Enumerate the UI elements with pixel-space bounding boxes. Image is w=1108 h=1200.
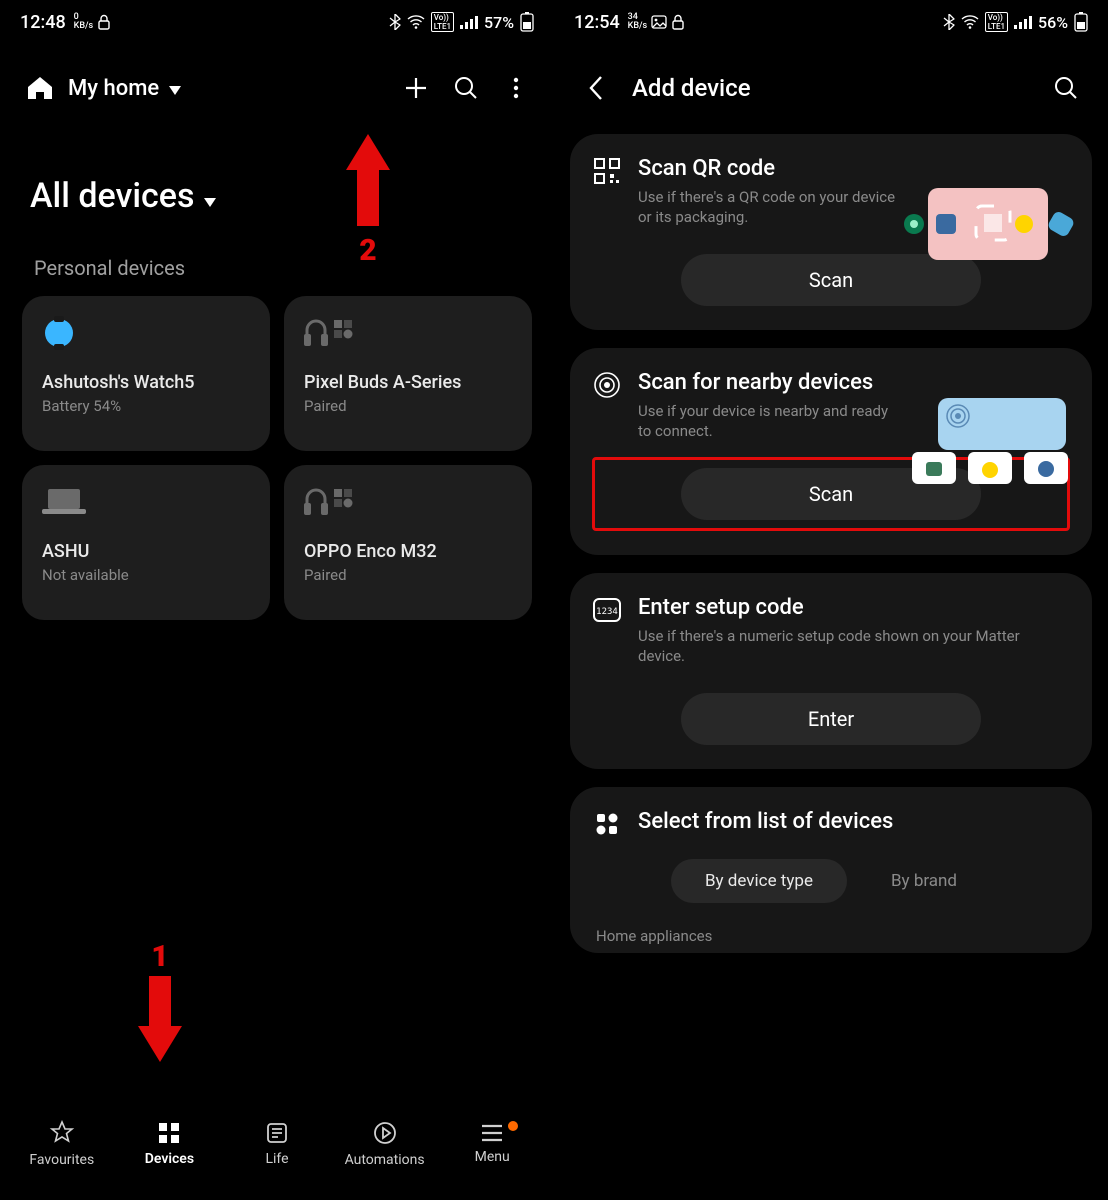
qr-illustration [898,180,1078,270]
search-icon [453,75,479,101]
back-button[interactable] [578,70,614,106]
nearby-illustration [898,394,1078,484]
search-button[interactable] [448,70,484,106]
bluetooth-icon [943,14,955,30]
annotation-arrow-1: 1 [130,940,190,1070]
status-bar: 12:54 34KB/s Vo))LTE1 56% [554,0,1108,44]
volte-icon: Vo))LTE1 [431,12,454,32]
automation-icon [372,1120,398,1146]
page-title: Add device [632,74,751,102]
card-select-list: Select from list of devices By device ty… [570,787,1092,953]
nav-menu[interactable]: Menu [438,1123,546,1165]
qr-title: Scan QR code [638,156,1070,181]
search-button[interactable] [1048,70,1084,106]
app-header: My home [0,44,554,116]
status-time: 12:48 [20,12,66,33]
battery-percent: 57% [484,13,514,32]
battery-icon [1074,12,1088,32]
device-card-laptop[interactable]: ASHUNot available [22,465,270,620]
screen-devices: 12:48 0KB/s Vo))LTE1 57% My home [0,0,554,1200]
svg-text:1234: 1234 [596,607,618,617]
more-vertical-icon [512,76,520,100]
lock-icon [671,14,685,30]
device-card-pixelbuds[interactable]: Pixel Buds A-SeriesPaired [284,296,532,451]
nearby-title: Scan for nearby devices [638,370,1070,395]
menu-icon [480,1123,504,1143]
bottom-nav: Favourites Devices Life Automations Menu [0,1096,554,1200]
star-icon [49,1120,75,1146]
screen-add-device: 12:54 34KB/s Vo))LTE1 56% Add device [554,0,1108,1200]
segmented-control: By device type By brand [592,859,1070,903]
signal-icon [1014,15,1032,29]
qr-icon [592,156,622,186]
card-scan-nearby: Scan for nearby devices Use if your devi… [570,348,1092,556]
wifi-icon [961,15,979,29]
device-group-label: Personal devices [0,246,554,296]
chevron-down-icon [167,76,181,101]
card-scan-qr: Scan QR code Use if there's a QR code on… [570,134,1092,330]
grid-icon [592,809,622,839]
bluetooth-icon [389,14,401,30]
nav-life[interactable]: Life [223,1121,331,1167]
device-card-oppo[interactable]: OPPO Enco M32Paired [284,465,532,620]
seg-by-brand[interactable]: By brand [857,859,991,903]
nearby-desc: Use if your device is nearby and ready t… [638,401,898,442]
wifi-icon [407,15,425,29]
card-setup-code: 1234 Enter setup code Use if there's a n… [570,573,1092,769]
battery-percent: 56% [1038,13,1068,32]
chevron-down-icon [202,176,216,216]
headphones-icon [304,485,354,519]
notification-dot [508,1121,518,1131]
svg-text:1: 1 [151,940,168,974]
search-icon [1053,75,1079,101]
nav-automations[interactable]: Automations [331,1120,439,1168]
device-grid: Ashutosh's Watch5Battery 54% Pixel Buds … [0,296,554,620]
headphones-icon [304,316,354,350]
add-button[interactable] [398,70,434,106]
setup-enter-button[interactable]: Enter [681,693,981,745]
setup-desc: Use if there's a numeric setup code show… [638,626,1058,667]
radar-icon [592,370,622,400]
battery-icon [520,12,534,32]
devices-filter[interactable]: All devices [0,116,554,246]
home-selector[interactable]: My home [68,76,181,101]
category-label: Home appliances [596,927,1070,945]
life-icon [265,1121,289,1145]
nav-devices[interactable]: Devices [116,1121,224,1167]
grid-icon [157,1121,181,1145]
volte-icon: Vo))LTE1 [985,12,1008,32]
device-card-watch[interactable]: Ashutosh's Watch5Battery 54% [22,296,270,451]
qr-desc: Use if there's a QR code on your device … [638,187,898,228]
watch-icon [42,316,76,350]
more-button[interactable] [498,70,534,106]
setup-title: Enter setup code [638,595,1070,620]
status-time: 12:54 [574,12,620,33]
home-icon[interactable] [26,75,54,101]
status-bar: 12:48 0KB/s Vo))LTE1 57% [0,0,554,44]
chevron-left-icon [588,75,604,101]
image-icon [651,15,667,29]
list-title: Select from list of devices [638,809,1070,834]
page-header: Add device [554,44,1108,118]
nav-favourites[interactable]: Favourites [8,1120,116,1168]
lock-icon [97,14,111,30]
signal-icon [460,15,478,29]
laptop-icon [42,487,86,517]
code-icon: 1234 [592,595,622,625]
seg-by-type[interactable]: By device type [671,859,847,903]
